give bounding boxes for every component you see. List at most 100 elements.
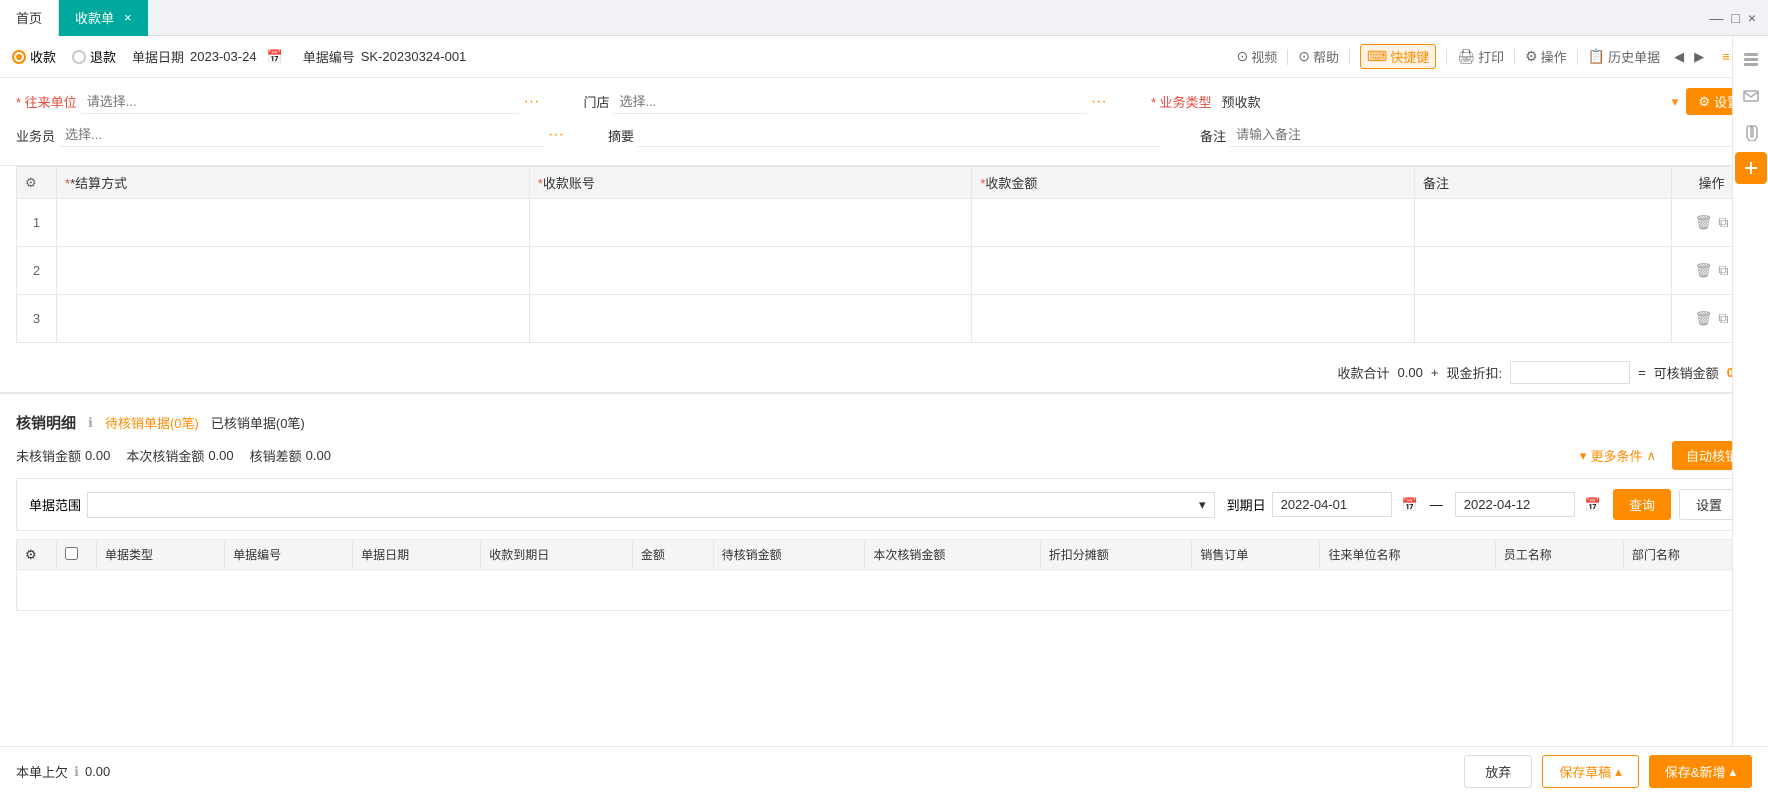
done-tab-link[interactable]: 已核销单据(0笔): [211, 413, 305, 432]
table-row: 2 🗑 ⧉: [17, 247, 1752, 295]
footer: 本单上欠 ℹ 0.00 放弃 保存草稿 ▴ 保存&新增 ▴: [0, 746, 1768, 796]
partner-field: 往来单位 ···: [16, 90, 543, 114]
shortcut-action[interactable]: ⌨ 快捷键: [1360, 44, 1436, 69]
business-type-dropdown-icon[interactable]: ▾: [1672, 94, 1679, 110]
business-type-value: 预收款: [1216, 88, 1668, 115]
delete-icon-2[interactable]: 🗑: [1695, 262, 1713, 279]
range-select-inner: ▾: [96, 497, 1206, 513]
cell-amount-3[interactable]: [972, 295, 1415, 343]
date-from-calendar-icon[interactable]: 📅: [1402, 497, 1418, 513]
divider-5: [1577, 49, 1578, 65]
nav-next-icon[interactable]: ▶: [1690, 47, 1708, 67]
staff-more-icon[interactable]: ···: [544, 126, 568, 144]
radio-group: 收款 退款: [12, 47, 116, 66]
plus-sign: +: [1431, 365, 1439, 380]
close-button[interactable]: ×: [1748, 10, 1756, 26]
main-content: 收款 退款 单据日期 2023-03-24 📅 单据编号 SK-20230324…: [0, 36, 1768, 796]
date-from-input[interactable]: [1272, 492, 1392, 517]
abandon-button[interactable]: 放弃: [1464, 755, 1532, 788]
footer-right: 放弃 保存草稿 ▴ 保存&新增 ▴: [1464, 755, 1752, 788]
shortcut-icon: ⌨: [1367, 48, 1387, 65]
copy-icon-3[interactable]: ⧉: [1718, 310, 1728, 327]
cell-settlement-1[interactable]: [57, 199, 530, 247]
tab-bar-right: — □ ×: [1709, 10, 1768, 26]
copy-icon-2[interactable]: ⧉: [1718, 262, 1728, 279]
tab-close-icon[interactable]: ×: [124, 10, 132, 25]
table-section: ⚙ **结算方式 *收款账号 *收款金额 备注 操作: [0, 166, 1768, 353]
cell-account-2[interactable]: [529, 247, 972, 295]
sidebar-table-icon[interactable]: [1735, 44, 1767, 76]
minimize-button[interactable]: —: [1709, 10, 1723, 26]
radio-shoukuan[interactable]: 收款: [12, 47, 56, 66]
cell-amount-1[interactable]: [972, 199, 1415, 247]
query-button[interactable]: 查询: [1613, 489, 1671, 520]
tab-active[interactable]: 收款单 ×: [59, 0, 148, 36]
summary-input[interactable]: [638, 123, 1160, 147]
stats-row: 未核销金额 0.00 本次核销金额 0.00 核销差额 0.00 ▾ 更多条件 …: [16, 441, 1752, 470]
store-more-icon[interactable]: ···: [1087, 93, 1111, 111]
cell-notes-2[interactable]: [1414, 247, 1671, 295]
empty-cell: [17, 570, 1752, 611]
pending-tab-link[interactable]: 待核销单据(0笔): [105, 413, 199, 432]
print-label: 打印: [1478, 47, 1504, 66]
history-action[interactable]: 📋 历史单据: [1588, 47, 1660, 66]
business-type-field: 业务类型 预收款 ▾: [1151, 88, 1678, 115]
date-range-separator: —: [1430, 497, 1443, 512]
sidebar-expand-icon[interactable]: [1735, 152, 1767, 184]
uncancelled-stat: 未核销金额 0.00: [16, 446, 110, 465]
partner-more-icon[interactable]: ···: [519, 93, 543, 111]
number-value: SK-20230324-001: [361, 49, 467, 64]
range-select[interactable]: ▾: [87, 492, 1215, 518]
store-input[interactable]: [613, 90, 1086, 114]
calendar-icon[interactable]: 📅: [263, 47, 287, 67]
sidebar-email-icon[interactable]: [1735, 80, 1767, 112]
cell-notes-1[interactable]: [1414, 199, 1671, 247]
cell-account-1[interactable]: [529, 199, 972, 247]
discount-input[interactable]: [1510, 361, 1630, 384]
nav-arrows: ◀ ▶: [1670, 47, 1708, 67]
writeoff-header: 核销明细 ℹ 待核销单据(0笔) 已核销单据(0笔): [16, 412, 1752, 433]
copy-icon-1[interactable]: ⧉: [1718, 214, 1728, 231]
draft-button[interactable]: 保存草稿 ▴: [1542, 755, 1639, 788]
bottom-col-partner: 往来单位名称: [1320, 540, 1495, 570]
table-settings-icon[interactable]: ⚙: [25, 175, 37, 190]
radio-tuikuan[interactable]: 退款: [72, 47, 116, 66]
bottom-col-checkbox: [57, 540, 97, 570]
bottom-col-pending: 待核销金额: [713, 540, 865, 570]
video-action[interactable]: ⊙ 视频: [1237, 47, 1278, 66]
date-to-input[interactable]: [1455, 492, 1575, 517]
bottom-col-type: 单据类型: [97, 540, 225, 570]
operation-action[interactable]: ⚙ 操作: [1525, 47, 1567, 66]
writeoff-info-icon[interactable]: ℹ: [88, 415, 93, 431]
print-action[interactable]: 🖨 打印: [1457, 47, 1504, 66]
cell-amount-2[interactable]: [972, 247, 1415, 295]
cell-notes-3[interactable]: [1414, 295, 1671, 343]
radio-tuikuan-label: 退款: [90, 47, 116, 66]
delete-icon-1[interactable]: 🗑: [1695, 214, 1713, 231]
save-new-button[interactable]: 保存&新增 ▴: [1649, 755, 1752, 788]
nav-prev-icon[interactable]: ◀: [1670, 47, 1688, 67]
bottom-settings-icon[interactable]: ⚙: [25, 547, 37, 562]
notes-input[interactable]: [1230, 123, 1752, 147]
staff-input[interactable]: [59, 123, 544, 147]
staff-label: 业务员: [16, 126, 55, 145]
tab-home[interactable]: 首页: [0, 0, 59, 36]
cell-account-3[interactable]: [529, 295, 972, 343]
operation-label: 操作: [1541, 47, 1567, 66]
sidebar-clip-icon[interactable]: [1735, 116, 1767, 148]
select-all-checkbox[interactable]: [65, 547, 78, 560]
maximize-button[interactable]: □: [1731, 10, 1739, 26]
cell-settlement-2[interactable]: [57, 247, 530, 295]
cell-settlement-3[interactable]: [57, 295, 530, 343]
delete-icon-3[interactable]: 🗑: [1695, 310, 1713, 327]
help-label: 帮助: [1313, 47, 1339, 66]
footer-info-icon[interactable]: ℹ: [74, 764, 79, 780]
more-conditions[interactable]: ▾ 更多条件 ∧: [1580, 446, 1656, 465]
partner-input[interactable]: [81, 90, 520, 114]
help-action[interactable]: ⊙ 帮助: [1298, 47, 1339, 66]
bottom-col-number: 单据编号: [225, 540, 353, 570]
date-to-calendar-icon[interactable]: 📅: [1585, 497, 1601, 513]
filter-settings-button[interactable]: 设置: [1679, 489, 1739, 520]
notes-label: 备注: [1200, 126, 1226, 145]
history-label: 历史单据: [1608, 47, 1660, 66]
